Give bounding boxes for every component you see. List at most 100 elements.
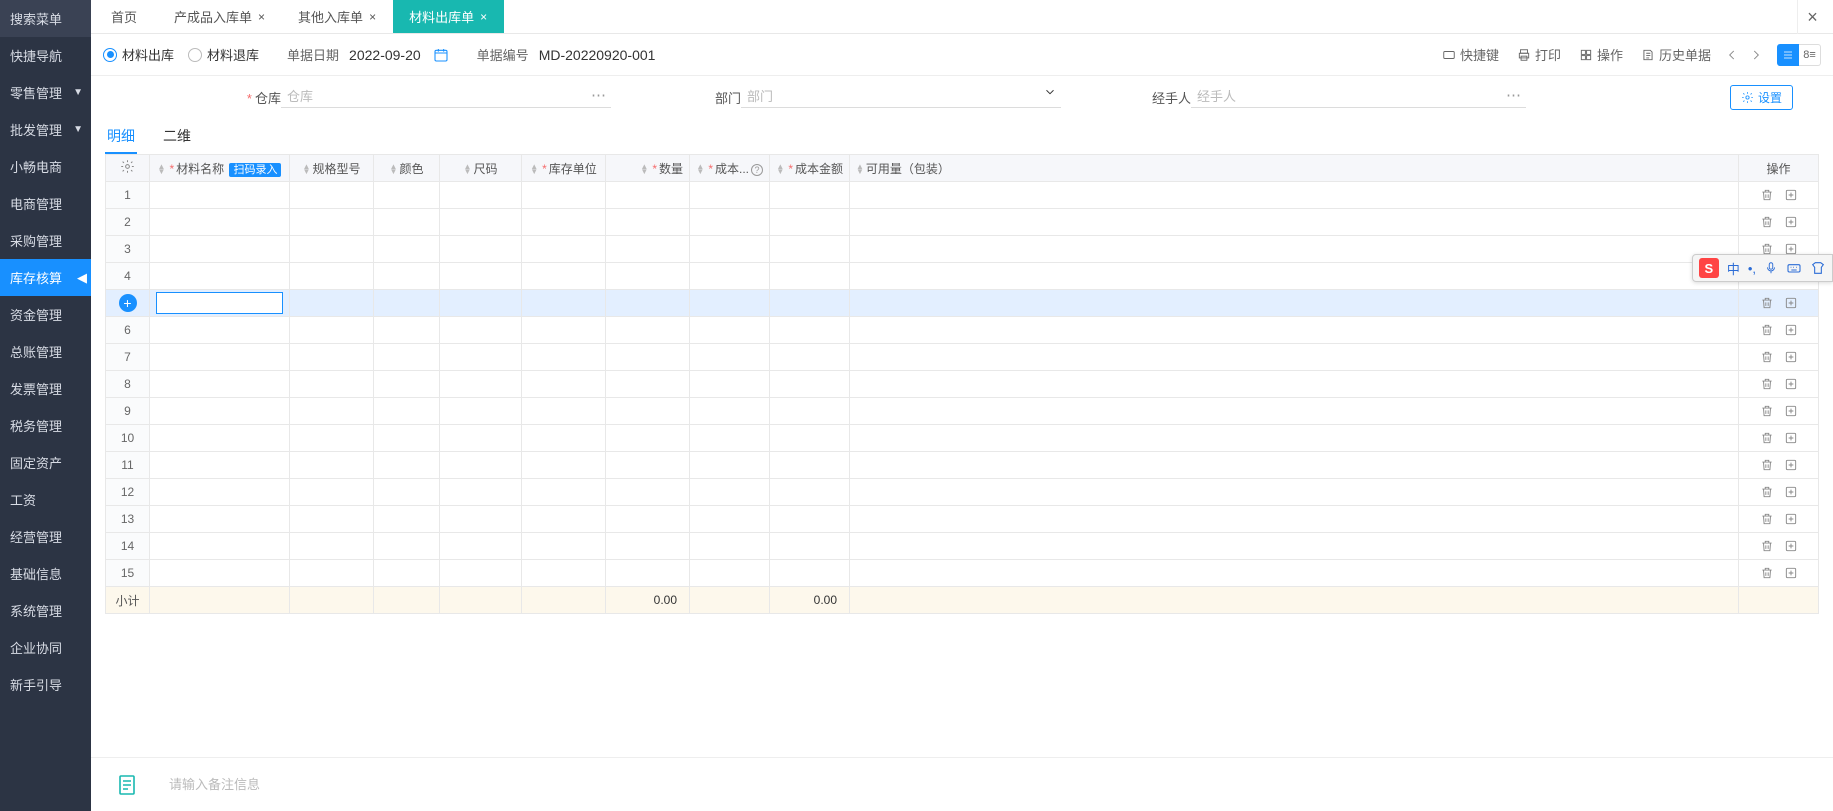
- table-cell[interactable]: [690, 506, 770, 533]
- table-cell[interactable]: [290, 263, 374, 290]
- table-cell[interactable]: [606, 317, 690, 344]
- table-cell[interactable]: [290, 371, 374, 398]
- delete-icon[interactable]: [1760, 350, 1774, 364]
- table-cell[interactable]: [606, 479, 690, 506]
- view-count-button[interactable]: 8≡: [1799, 44, 1821, 66]
- table-cell[interactable]: [374, 236, 440, 263]
- table-cell[interactable]: [440, 479, 522, 506]
- table-cell[interactable]: [690, 425, 770, 452]
- sidebar-item-12[interactable]: 固定资产: [0, 444, 91, 481]
- tab-close-icon[interactable]: ×: [369, 10, 376, 24]
- table-cell[interactable]: [770, 425, 850, 452]
- insert-icon[interactable]: [1784, 377, 1798, 391]
- table-cell[interactable]: [522, 317, 606, 344]
- memo-input[interactable]: [163, 771, 1819, 798]
- table-cell[interactable]: [150, 479, 290, 506]
- col-qty[interactable]: ▲▼*数量: [606, 155, 690, 182]
- table-cell[interactable]: [850, 209, 1739, 236]
- sidebar-item-8[interactable]: 资金管理: [0, 296, 91, 333]
- table-cell[interactable]: [770, 344, 850, 371]
- row-number-cell[interactable]: 14: [106, 533, 150, 560]
- table-cell[interactable]: [522, 182, 606, 209]
- table-cell[interactable]: [374, 371, 440, 398]
- table-cell[interactable]: [440, 398, 522, 425]
- table-cell[interactable]: [770, 533, 850, 560]
- doc-date-value[interactable]: 2022-09-20: [349, 47, 421, 63]
- table-cell[interactable]: [440, 182, 522, 209]
- table-row[interactable]: 14: [106, 533, 1819, 560]
- table-cell[interactable]: [150, 317, 290, 344]
- row-number-cell[interactable]: 8: [106, 371, 150, 398]
- table-cell[interactable]: [850, 479, 1739, 506]
- table-row[interactable]: 2: [106, 209, 1819, 236]
- table-cell[interactable]: [522, 452, 606, 479]
- history-button[interactable]: 历史单据: [1635, 45, 1717, 64]
- insert-icon[interactable]: [1784, 485, 1798, 499]
- table-cell[interactable]: [374, 533, 440, 560]
- row-number-cell[interactable]: 4: [106, 263, 150, 290]
- insert-icon[interactable]: [1784, 323, 1798, 337]
- table-cell[interactable]: [606, 533, 690, 560]
- col-unit[interactable]: ▲▼*库存单位: [522, 155, 606, 182]
- insert-icon[interactable]: [1784, 458, 1798, 472]
- row-number-cell[interactable]: 9: [106, 398, 150, 425]
- sidebar-item-0[interactable]: 搜索菜单: [0, 0, 91, 37]
- insert-icon[interactable]: [1784, 431, 1798, 445]
- tab-3[interactable]: 材料出库单×: [393, 0, 504, 33]
- table-cell[interactable]: [440, 560, 522, 587]
- delete-icon[interactable]: [1760, 458, 1774, 472]
- table-cell[interactable]: [690, 182, 770, 209]
- table-cell[interactable]: [522, 344, 606, 371]
- settings-button[interactable]: 设置: [1730, 85, 1793, 110]
- table-cell[interactable]: [290, 317, 374, 344]
- table-cell[interactable]: [850, 452, 1739, 479]
- row-number-cell[interactable]: +: [106, 290, 150, 317]
- table-cell[interactable]: [374, 398, 440, 425]
- table-cell[interactable]: [850, 398, 1739, 425]
- table-row[interactable]: 7: [106, 344, 1819, 371]
- memo-icon[interactable]: [105, 773, 149, 797]
- tab-close-icon[interactable]: ×: [480, 10, 487, 24]
- table-cell[interactable]: [290, 209, 374, 236]
- table-cell[interactable]: [374, 425, 440, 452]
- table-cell[interactable]: [690, 479, 770, 506]
- row-number-cell[interactable]: 15: [106, 560, 150, 587]
- sidebar-item-1[interactable]: 快捷导航: [0, 37, 91, 74]
- table-cell[interactable]: [770, 398, 850, 425]
- warehouse-input[interactable]: [281, 86, 611, 108]
- table-cell[interactable]: [290, 398, 374, 425]
- table-cell[interactable]: [690, 560, 770, 587]
- prev-doc-button[interactable]: [1723, 46, 1741, 64]
- insert-icon[interactable]: [1784, 566, 1798, 580]
- table-cell[interactable]: [850, 371, 1739, 398]
- table-cell[interactable]: [150, 506, 290, 533]
- col-material-name[interactable]: ▲▼*材料名称 扫码录入: [150, 155, 290, 182]
- sidebar-item-17[interactable]: 企业协同: [0, 629, 91, 666]
- table-row[interactable]: 15: [106, 560, 1819, 587]
- table-cell[interactable]: [374, 263, 440, 290]
- delete-icon[interactable]: [1760, 296, 1774, 310]
- table-cell[interactable]: [522, 263, 606, 290]
- dept-dropdown-icon[interactable]: [1043, 85, 1057, 102]
- table-cell[interactable]: [770, 479, 850, 506]
- shortcut-button[interactable]: 快捷键: [1436, 45, 1505, 64]
- table-cell[interactable]: [522, 371, 606, 398]
- radio-material-out[interactable]: 材料出库: [103, 45, 174, 64]
- table-cell[interactable]: [150, 290, 290, 317]
- close-all-tabs-button[interactable]: ×: [1797, 0, 1827, 34]
- table-cell[interactable]: [850, 560, 1739, 587]
- table-cell[interactable]: [850, 290, 1739, 317]
- sidebar-item-3[interactable]: 批发管理▼: [0, 111, 91, 148]
- next-doc-button[interactable]: [1747, 46, 1765, 64]
- row-number-cell[interactable]: 2: [106, 209, 150, 236]
- table-cell[interactable]: [290, 290, 374, 317]
- table-cell[interactable]: [690, 452, 770, 479]
- table-cell[interactable]: [374, 290, 440, 317]
- sidebar-item-15[interactable]: 基础信息: [0, 555, 91, 592]
- table-cell[interactable]: [770, 560, 850, 587]
- delete-icon[interactable]: [1760, 404, 1774, 418]
- table-cell[interactable]: [150, 209, 290, 236]
- row-number-cell[interactable]: 12: [106, 479, 150, 506]
- table-cell[interactable]: [606, 209, 690, 236]
- table-cell[interactable]: [690, 209, 770, 236]
